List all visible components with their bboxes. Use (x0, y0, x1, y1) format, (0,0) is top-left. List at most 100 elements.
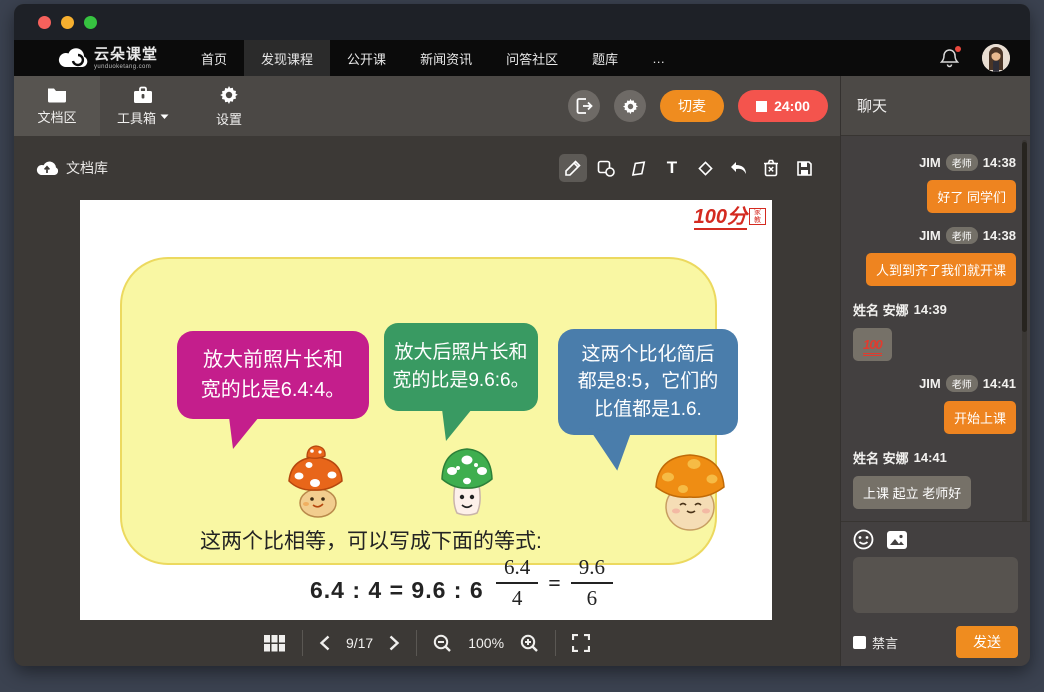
timer-value: 24:00 (774, 98, 810, 114)
maximize-window-button[interactable] (84, 16, 97, 29)
chat-message: JIM 老师 14:41 开始上课 (853, 375, 1016, 434)
chat-message: JIM 老师 14:38 好了 同学们 (853, 154, 1016, 213)
chat-message: 姓名 安娜 14:41 上课 起立 老师好 (853, 448, 1016, 509)
document-library-label: 文档库 (66, 158, 108, 178)
page-indicator: 9/17 (346, 635, 373, 651)
divider (555, 630, 556, 656)
top-nav: 云朵课堂 yunduoketang.com 首页 发现课程 公开课 新闻资讯 问… (14, 40, 1030, 76)
text-tool-button[interactable]: T (658, 154, 686, 182)
nav-item-news[interactable]: 新闻资讯 (403, 40, 489, 76)
next-page-button[interactable] (389, 635, 400, 651)
shapes-icon (597, 160, 616, 177)
nav-item-qa-community[interactable]: 问答社区 (489, 40, 575, 76)
speech-bubble-ratio: 这两个比化简后 都是8:5，它们的 比值都是1.6. (558, 329, 738, 435)
fullscreen-icon (572, 634, 590, 652)
exit-classroom-button[interactable] (568, 90, 600, 122)
nav-item-home[interactable]: 首页 (184, 40, 244, 76)
pen-icon (564, 159, 582, 177)
nav-item-more[interactable]: … (635, 40, 682, 76)
minimize-window-button[interactable] (61, 16, 74, 29)
slide-caption: 这两个比相等，可以写成下面的等式: (200, 525, 542, 555)
mute-checkbox[interactable] (853, 636, 866, 649)
toolbox-icon (133, 86, 153, 104)
tab-document-area[interactable]: 文档区 (14, 76, 100, 136)
undo-icon (729, 160, 748, 176)
stop-icon (756, 101, 767, 112)
brand-subtitle: yunduoketang.com (94, 64, 158, 70)
tab-toolbox[interactable]: 工具箱 (100, 76, 186, 136)
tab-settings[interactable]: 设置 (186, 76, 272, 136)
slide-canvas[interactable]: 100分 家 教 放大前照片长和 宽的比是6.4:4。 放大后照片长和 宽的比是… (80, 200, 772, 620)
eraser-tool-button[interactable] (691, 154, 719, 182)
message-bubble: 100 (853, 328, 892, 361)
divider (302, 630, 303, 656)
save-button[interactable] (790, 154, 818, 182)
message-bubble: 好了 同学们 (927, 180, 1016, 213)
nav-item-question-bank[interactable]: 题库 (575, 40, 635, 76)
fraction-left: 6.4 4 (496, 555, 538, 611)
save-floppy-icon (796, 160, 813, 177)
chat-message-input[interactable] (853, 557, 1018, 613)
clear-annotations-button[interactable] (757, 154, 785, 182)
titlebar (14, 4, 1030, 40)
emoji-icon[interactable] (853, 529, 874, 550)
teacher-badge: 老师 (946, 375, 978, 392)
desktop: 云朵课堂 yunduoketang.com 首页 发现课程 公开课 新闻资讯 问… (0, 0, 1044, 692)
prev-page-button[interactable] (319, 635, 330, 651)
chat-message: 姓名 安娜 14:39 100 (853, 300, 1016, 361)
brand-logo[interactable]: 云朵课堂 yunduoketang.com (58, 40, 158, 76)
class-timer-button[interactable]: 24:00 (738, 90, 828, 122)
eraser-strip-icon (630, 161, 649, 176)
send-button[interactable]: 发送 (956, 626, 1018, 658)
settings-button[interactable] (614, 90, 646, 122)
speech-bubble-before: 放大前照片长和 宽的比是6.4:4。 (177, 331, 369, 419)
user-avatar[interactable] (982, 44, 1010, 72)
notification-dot (955, 46, 961, 52)
sender-name: 姓名 安娜 (853, 448, 909, 467)
slide-yellow-panel: 放大前照片长和 宽的比是6.4:4。 放大后照片长和 宽的比是9.6:6。 这两… (120, 257, 717, 565)
chevron-down-icon (160, 114, 169, 120)
tab-label: 工具箱 (117, 108, 156, 127)
notification-bell-icon[interactable] (940, 48, 960, 68)
equals-sign: = (548, 570, 561, 596)
zoom-level: 100% (468, 635, 504, 651)
mushroom-character-green (438, 443, 496, 519)
fraction-right: 9.6 6 (571, 555, 613, 611)
message-time: 14:39 (914, 302, 947, 317)
nav-item-open-class[interactable]: 公开课 (330, 40, 403, 76)
mushroom-character-orange (650, 447, 730, 533)
shapes-tool-button[interactable] (592, 154, 620, 182)
image-icon[interactable] (886, 530, 908, 550)
speech-bubble-after: 放大后照片长和 宽的比是9.6:6。 (384, 323, 538, 411)
zoom-out-button[interactable] (433, 634, 452, 653)
undo-button[interactable] (724, 154, 752, 182)
whiteboard-area: 100分 家 教 放大前照片长和 宽的比是6.4:4。 放大后照片长和 宽的比是… (14, 200, 840, 620)
chevron-right-icon (389, 635, 400, 651)
thumbnail-grid-button[interactable] (264, 635, 286, 652)
chat-message-list: JIM 老师 14:38 好了 同学们 JIM 老师 14:38 人到到齐了我们… (841, 136, 1030, 521)
zoom-in-icon (520, 634, 539, 653)
highlighter-tool-button[interactable] (625, 154, 653, 182)
tab-label: 文档区 (37, 107, 76, 126)
fullscreen-button[interactable] (572, 634, 590, 652)
message-time: 14:38 (983, 155, 1016, 170)
slide-fraction-equation: 6.4 4 = 9.6 6 (496, 555, 613, 611)
mute-label: 禁言 (872, 633, 898, 652)
gear-icon (622, 98, 639, 115)
diamond-eraser-icon (697, 160, 714, 177)
annotation-toolbar: T (559, 154, 818, 182)
document-library-button[interactable]: 文档库 (36, 158, 108, 178)
chat-scrollbar-thumb[interactable] (1022, 142, 1027, 332)
pen-tool-button[interactable] (559, 154, 587, 182)
switch-mic-button[interactable]: 切麦 (660, 90, 724, 122)
mute-toggle[interactable]: 禁言 (853, 633, 898, 652)
message-time: 14:41 (914, 450, 947, 465)
slide-equation: 6.4 : 4 = 9.6 : 6 (310, 577, 484, 604)
exit-icon (576, 98, 593, 114)
divider (416, 630, 417, 656)
nav-item-discover-courses[interactable]: 发现课程 (244, 40, 330, 76)
zoom-out-icon (433, 634, 452, 653)
close-window-button[interactable] (38, 16, 51, 29)
zoom-in-button[interactable] (520, 634, 539, 653)
gear-icon (219, 85, 239, 105)
